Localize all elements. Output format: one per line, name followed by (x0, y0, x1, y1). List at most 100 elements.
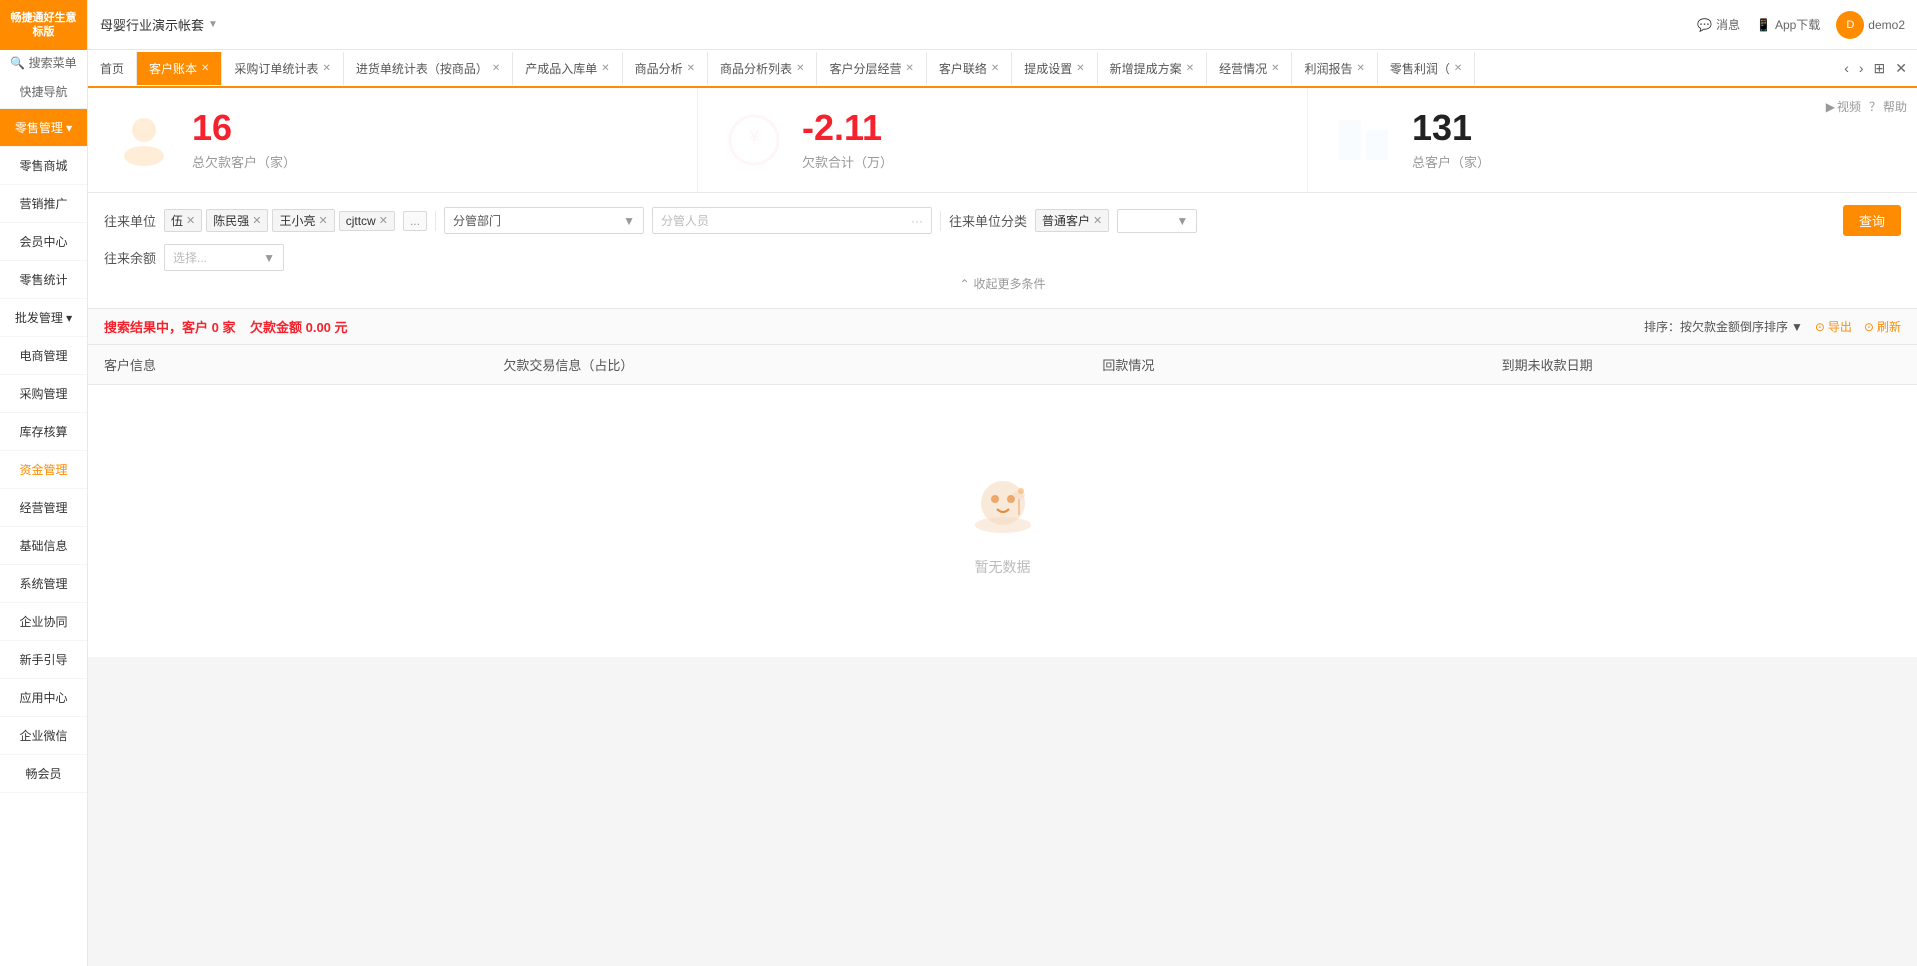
sidebar-item-member[interactable]: 会员中心 (0, 223, 87, 261)
tab-customer-contact[interactable]: 客户联络✕ (927, 52, 1012, 85)
result-count: 0 (212, 320, 219, 335)
app-logo-text: 畅捷通好生意 标版 (11, 11, 77, 40)
sidebar-item-finance[interactable]: 资金管理 (0, 451, 87, 489)
table-header: 客户信息欠款交易信息（占比）回款情况到期未收款日期 (88, 345, 1917, 385)
refresh-icon: ⊙ (1864, 320, 1874, 334)
sidebar-item-retail-mgmt[interactable]: 零售管理 ▾ (0, 109, 87, 147)
topbar: 母婴行业演示帐套 ▼ 💬 消息 📱 App下载 D demo2 (88, 0, 1917, 50)
tab-close-icon[interactable]: ✕ (1271, 63, 1279, 74)
sidebar-item-newbie[interactable]: 新手引导 (0, 641, 87, 679)
sidebar-item-inventory[interactable]: 库存核算 (0, 413, 87, 451)
person-placeholder: 分管人员 (661, 212, 709, 229)
tabs-close-all-button[interactable]: ✕ (1891, 58, 1911, 79)
sidebar-item-system[interactable]: 系统管理 (0, 565, 87, 603)
sidebar-item-retail-stat[interactable]: 零售统计 (0, 261, 87, 299)
sidebar-item-corp-wechat[interactable]: 企业微信 (0, 717, 87, 755)
svg-text:¥: ¥ (748, 127, 760, 147)
company-selector[interactable]: 母婴行业演示帐套 ▼ (100, 15, 218, 34)
sort-selector[interactable]: 排序：按欠款金额倒序排序 ▼ (1644, 318, 1803, 335)
unit-type-dropdown[interactable]: ▼ (1117, 209, 1197, 233)
tab-cost-inbound[interactable]: 产成品入库单✕ (513, 52, 622, 85)
app-download-button[interactable]: 📱 App下载 (1756, 16, 1820, 33)
stat2-info: -2.11 欠款合计（万） (802, 110, 893, 171)
total-icon (1332, 108, 1396, 172)
help-button[interactable]: ？ 帮助 (1869, 98, 1907, 115)
tab-operations-status[interactable]: 经营情况✕ (1207, 52, 1292, 85)
sidebar-item-app-center[interactable]: 应用中心 (0, 679, 87, 717)
unit-type-tag-remove[interactable]: ✕ (1093, 214, 1102, 227)
tab-raise-settings[interactable]: 提成设置✕ (1012, 52, 1097, 85)
tab-close-icon[interactable]: ✕ (601, 63, 609, 74)
app-logo: 畅捷通好生意 标版 (0, 0, 87, 50)
tabs-next-button[interactable]: › (1855, 58, 1868, 78)
tab-close-icon[interactable]: ✕ (1357, 63, 1365, 74)
dept-label: 分管部门 (453, 212, 501, 229)
stat-card-customers: 16 总欠款客户（家） (88, 88, 698, 192)
balance-selector[interactable]: 选择... ▼ (164, 244, 284, 271)
sidebar-item-operations[interactable]: 经营管理 (0, 489, 87, 527)
tab-close-icon[interactable]: ✕ (687, 63, 695, 74)
tab-close-icon[interactable]: ✕ (492, 63, 500, 74)
tab-customer-tier[interactable]: 客户分层经营 ✕ (817, 52, 926, 85)
dept-selector[interactable]: 分管部门 ▼ (444, 207, 644, 234)
sidebar-item-retail-shop[interactable]: 零售商城 (0, 147, 87, 185)
tab-close-icon[interactable]: ✕ (201, 63, 209, 74)
search-button[interactable]: 查询 (1843, 205, 1901, 236)
tab-close-icon[interactable]: ✕ (1076, 63, 1084, 74)
tab-inbound-stats[interactable]: 进货单统计表（按商品）✕ (344, 52, 513, 85)
balance-label: 往来余额 (104, 248, 156, 267)
tabs-expand-button[interactable]: ⊞ (1870, 58, 1890, 79)
sidebar-item-ecommerce[interactable]: 电商管理 (0, 337, 87, 375)
sidebar-item-vip-member[interactable]: 畅会员 (0, 755, 87, 793)
stat3-value: 131 (1412, 110, 1490, 146)
tab-close-icon[interactable]: ✕ (1454, 63, 1462, 74)
sidebar-item-basic[interactable]: 基础信息 (0, 527, 87, 565)
sidebar-item-purchase[interactable]: 采购管理 (0, 375, 87, 413)
person-input[interactable]: 分管人员 ··· (652, 207, 932, 234)
collapse-button[interactable]: ⌃ 收起更多条件 (104, 271, 1901, 296)
tag-remove-tag3[interactable]: ✕ (319, 214, 328, 227)
tab-accounts-receivable[interactable]: 客户账本✕ (137, 52, 222, 85)
video-help-button[interactable]: ▶ 视频 (1826, 98, 1861, 115)
export-button[interactable]: ⊙ 导出 (1815, 318, 1852, 335)
stat-help-area: ▶ 视频 ？ 帮助 (1826, 98, 1907, 115)
sidebar-item-corp-collab[interactable]: 企业协同 (0, 603, 87, 641)
page-content: 16 总欠款客户（家） ¥ -2.11 欠款合计（万） (88, 88, 1917, 966)
tab-purchase-orders[interactable]: 采购订单统计表✕ (222, 52, 343, 85)
tab-new-raise-plan[interactable]: 新增提成方案✕ (1098, 52, 1207, 85)
tab-close-icon[interactable]: ✕ (905, 63, 913, 74)
filter-tag-tag1: 伍✕ (164, 209, 202, 232)
tabs-prev-button[interactable]: ‹ (1840, 58, 1853, 78)
tag-remove-tag2[interactable]: ✕ (252, 214, 261, 227)
sidebar-item-wholesale[interactable]: 批发管理 ▾ (0, 299, 87, 337)
divider-1 (435, 211, 436, 231)
tag-remove-tag1[interactable]: ✕ (186, 214, 195, 227)
tab-close-icon[interactable]: ✕ (991, 63, 999, 74)
empty-illustration (963, 465, 1043, 545)
tab-close-icon[interactable]: ✕ (322, 63, 330, 74)
person-more-icon: ··· (911, 214, 923, 228)
tab-product-analysis-list[interactable]: 商品分析列表 ✕ (708, 52, 817, 85)
user-menu[interactable]: D demo2 (1836, 11, 1905, 39)
divider-2 (940, 211, 941, 231)
messages-button[interactable]: 💬 消息 (1697, 16, 1740, 33)
tab-retail-profit[interactable]: 零售利润（✕ (1378, 52, 1475, 85)
quick-nav-button[interactable]: 快捷导航 (0, 75, 87, 109)
topbar-right: 💬 消息 📱 App下载 D demo2 (1697, 11, 1905, 39)
tab-home[interactable]: 首页 (88, 52, 137, 85)
sidebar-item-marketing[interactable]: 营销推广 (0, 185, 87, 223)
tab-label: 利润报告 (1304, 60, 1352, 77)
tabs-bar: 首页客户账本✕采购订单统计表✕进货单统计表（按商品）✕产成品入库单✕商品分析✕商… (88, 50, 1917, 88)
search-icon: 🔍 (10, 56, 25, 70)
tab-product-analysis[interactable]: 商品分析✕ (623, 52, 708, 85)
tab-close-icon[interactable]: ✕ (796, 63, 804, 74)
tag-remove-tag4[interactable]: ✕ (379, 214, 388, 227)
more-tags-button[interactable]: ... (403, 211, 427, 231)
filter-tag-tag3: 王小亮✕ (272, 209, 334, 232)
tab-label: 客户分层经营 (829, 60, 901, 77)
search-menu-button[interactable]: 🔍 搜索菜单 (0, 50, 87, 75)
tab-profit-report[interactable]: 利润报告 ✕ (1292, 52, 1377, 85)
refresh-button[interactable]: ⊙ 刷新 (1864, 318, 1901, 335)
tab-label: 商品分析列表 (720, 60, 792, 77)
tab-close-icon[interactable]: ✕ (1186, 63, 1194, 74)
